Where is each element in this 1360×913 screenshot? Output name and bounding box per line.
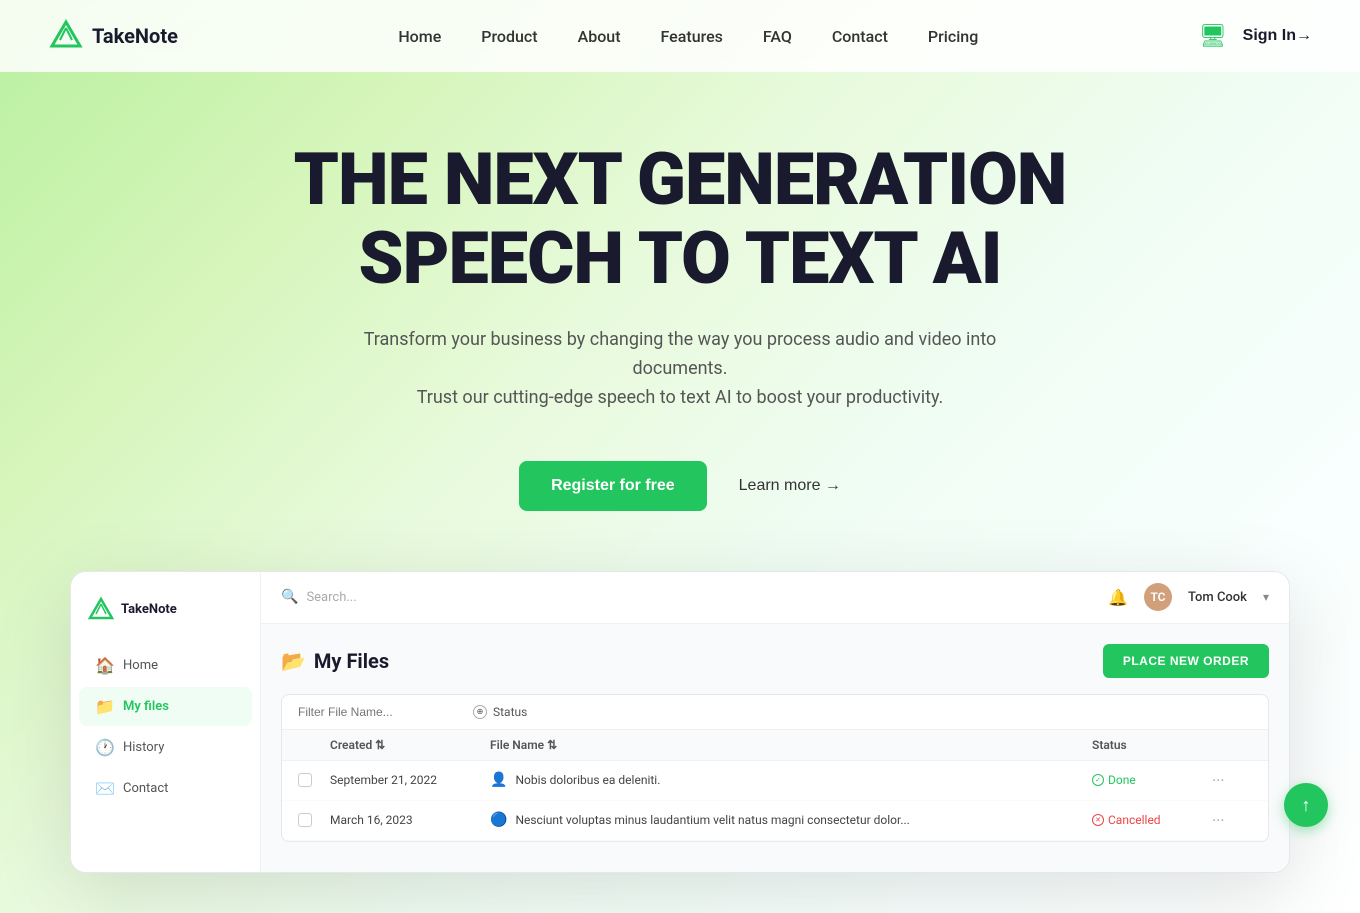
nav-contact[interactable]: Contact [832, 27, 888, 46]
sidebar-item-history[interactable]: 🕐 History [79, 728, 252, 767]
nav-faq[interactable]: FAQ [763, 27, 792, 46]
filter-status[interactable]: ⊕ Status [473, 705, 527, 719]
register-button[interactable]: Register for free [519, 461, 707, 511]
nav-right: 🖥 Sign In→ [1199, 24, 1312, 49]
sidebar-contact-label: Contact [123, 781, 168, 796]
user-name: Tom Cook [1188, 590, 1247, 605]
sidebar-home-label: Home [123, 658, 158, 673]
row-filename-cell: 👤 Nobis doloribus ea deleniti. [490, 772, 1092, 788]
mail-icon: ✉️ [95, 779, 113, 798]
table-row: March 16, 2023 🔵 Nesciunt voluptas minus… [282, 801, 1268, 841]
row-checkbox[interactable] [298, 773, 312, 787]
app-main: 🔍 Search... 🔔 TC Tom Cook ▾ 📂 [261, 572, 1289, 872]
col-created: Created ⇅ [330, 738, 490, 752]
status-filter-icon: ⊕ [473, 705, 487, 719]
sidebar-history-label: History [123, 740, 164, 755]
logo-icon [48, 18, 84, 54]
hero-subtitle-line2: Trust our cutting-edge speech to text AI… [417, 387, 944, 408]
status-filter-label: Status [493, 705, 527, 719]
place-new-order-button[interactable]: PLACE NEW ORDER [1103, 644, 1269, 678]
sidebar-logo-icon [87, 596, 115, 624]
done-dot: ✓ [1092, 774, 1104, 786]
search-bar: 🔍 Search... [281, 589, 357, 605]
app-sidebar: TakeNote 🏠 Home 📁 My files 🕐 History ✉️ … [71, 572, 261, 872]
hero-section: THE NEXT GENERATION SPEECH TO TEXT AI Tr… [0, 0, 1360, 913]
row-menu[interactable]: ··· [1212, 811, 1252, 830]
topbar-right: 🔔 TC Tom Cook ▾ [1108, 583, 1269, 611]
sign-in-button[interactable]: Sign In→ [1243, 27, 1312, 45]
app-preview: TakeNote 🏠 Home 📁 My files 🕐 History ✉️ … [70, 571, 1290, 873]
file-user-icon: 🔵 [490, 812, 507, 828]
row-created: March 16, 2023 [330, 813, 490, 827]
row-created: September 21, 2022 [330, 773, 490, 787]
hero-title-line1: THE NEXT GENERATION [294, 137, 1067, 222]
logo-link[interactable]: TakeNote [48, 18, 178, 54]
row-checkbox[interactable] [298, 813, 312, 827]
sidebar-myfiles-label: My files [123, 699, 169, 714]
table-row: September 21, 2022 👤 Nobis doloribus ea … [282, 761, 1268, 801]
status-cancelled-label: Cancelled [1108, 813, 1161, 827]
file-table: ⊕ Status Created ⇅ File Name ⇅ Status [281, 694, 1269, 842]
row-filename: Nesciunt voluptas minus laudantium velit… [515, 813, 909, 827]
col-status: Status [1092, 738, 1212, 752]
hero-title-line2: SPEECH TO TEXT AI [359, 216, 1002, 301]
col-checkbox [298, 738, 330, 752]
status-badge-done: ✓ Done [1092, 773, 1212, 787]
status-badge-cancelled: ✕ Cancelled [1092, 813, 1212, 827]
nav-pricing[interactable]: Pricing [928, 27, 978, 46]
file-user-icon: 👤 [490, 772, 507, 788]
filter-input[interactable] [298, 705, 453, 719]
sidebar-item-contact[interactable]: ✉️ Contact [79, 769, 252, 808]
sidebar-item-myfiles[interactable]: 📁 My files [79, 687, 252, 726]
arrow-up-icon: ↑ [1302, 795, 1311, 816]
table-filters: ⊕ Status [282, 695, 1268, 730]
hero-subtitle: Transform your business by changing the … [340, 326, 1020, 412]
cancelled-dot: ✕ [1092, 814, 1104, 826]
avatar: TC [1144, 583, 1172, 611]
app-topbar: 🔍 Search... 🔔 TC Tom Cook ▾ [261, 572, 1289, 624]
hero-title: THE NEXT GENERATION SPEECH TO TEXT AI [294, 140, 1067, 298]
row-filename: Nobis doloribus ea deleniti. [515, 773, 660, 787]
history-icon: 🕐 [95, 738, 113, 757]
learn-more-button[interactable]: Learn more → [739, 477, 841, 495]
sidebar-logo: TakeNote [71, 588, 260, 644]
app-inner: TakeNote 🏠 Home 📁 My files 🕐 History ✉️ … [71, 572, 1289, 872]
my-files-folder-icon: 📂 [281, 649, 306, 673]
hero-subtitle-line1: Transform your business by changing the … [364, 329, 997, 379]
content-header: 📂 My Files PLACE NEW ORDER [281, 644, 1269, 678]
home-icon: 🏠 [95, 656, 113, 675]
page-title: 📂 My Files [281, 649, 389, 673]
bell-icon: 🔔 [1108, 588, 1128, 607]
col-filename: File Name ⇅ [490, 738, 1092, 752]
nav-home[interactable]: Home [398, 27, 441, 46]
chevron-down-icon: ▾ [1263, 590, 1269, 604]
my-files-title-text: My Files [314, 649, 389, 673]
nav-about[interactable]: About [578, 27, 621, 46]
search-placeholder: Search... [306, 590, 356, 605]
logo-text: TakeNote [92, 24, 178, 48]
navbar: TakeNote Home Product About Features FAQ… [0, 0, 1360, 72]
search-icon: 🔍 [281, 589, 298, 605]
sidebar-logo-text: TakeNote [121, 602, 177, 617]
app-content: 📂 My Files PLACE NEW ORDER ⊕ Status [261, 624, 1289, 872]
row-filename-cell: 🔵 Nesciunt voluptas minus laudantium vel… [490, 812, 1092, 828]
folder-icon: 📁 [95, 697, 113, 716]
status-done-label: Done [1108, 773, 1136, 787]
nav-product[interactable]: Product [481, 27, 537, 46]
monitor-icon: 🖥 [1199, 24, 1227, 49]
hero-buttons: Register for free Learn more → [519, 461, 841, 511]
scroll-to-top-button[interactable]: ↑ [1284, 783, 1328, 827]
nav-menu: Home Product About Features FAQ Contact … [398, 27, 978, 46]
table-header: Created ⇅ File Name ⇅ Status [282, 730, 1268, 761]
sidebar-item-home[interactable]: 🏠 Home [79, 646, 252, 685]
nav-features[interactable]: Features [661, 27, 723, 46]
row-menu[interactable]: ··· [1212, 771, 1252, 790]
col-actions [1212, 738, 1252, 752]
